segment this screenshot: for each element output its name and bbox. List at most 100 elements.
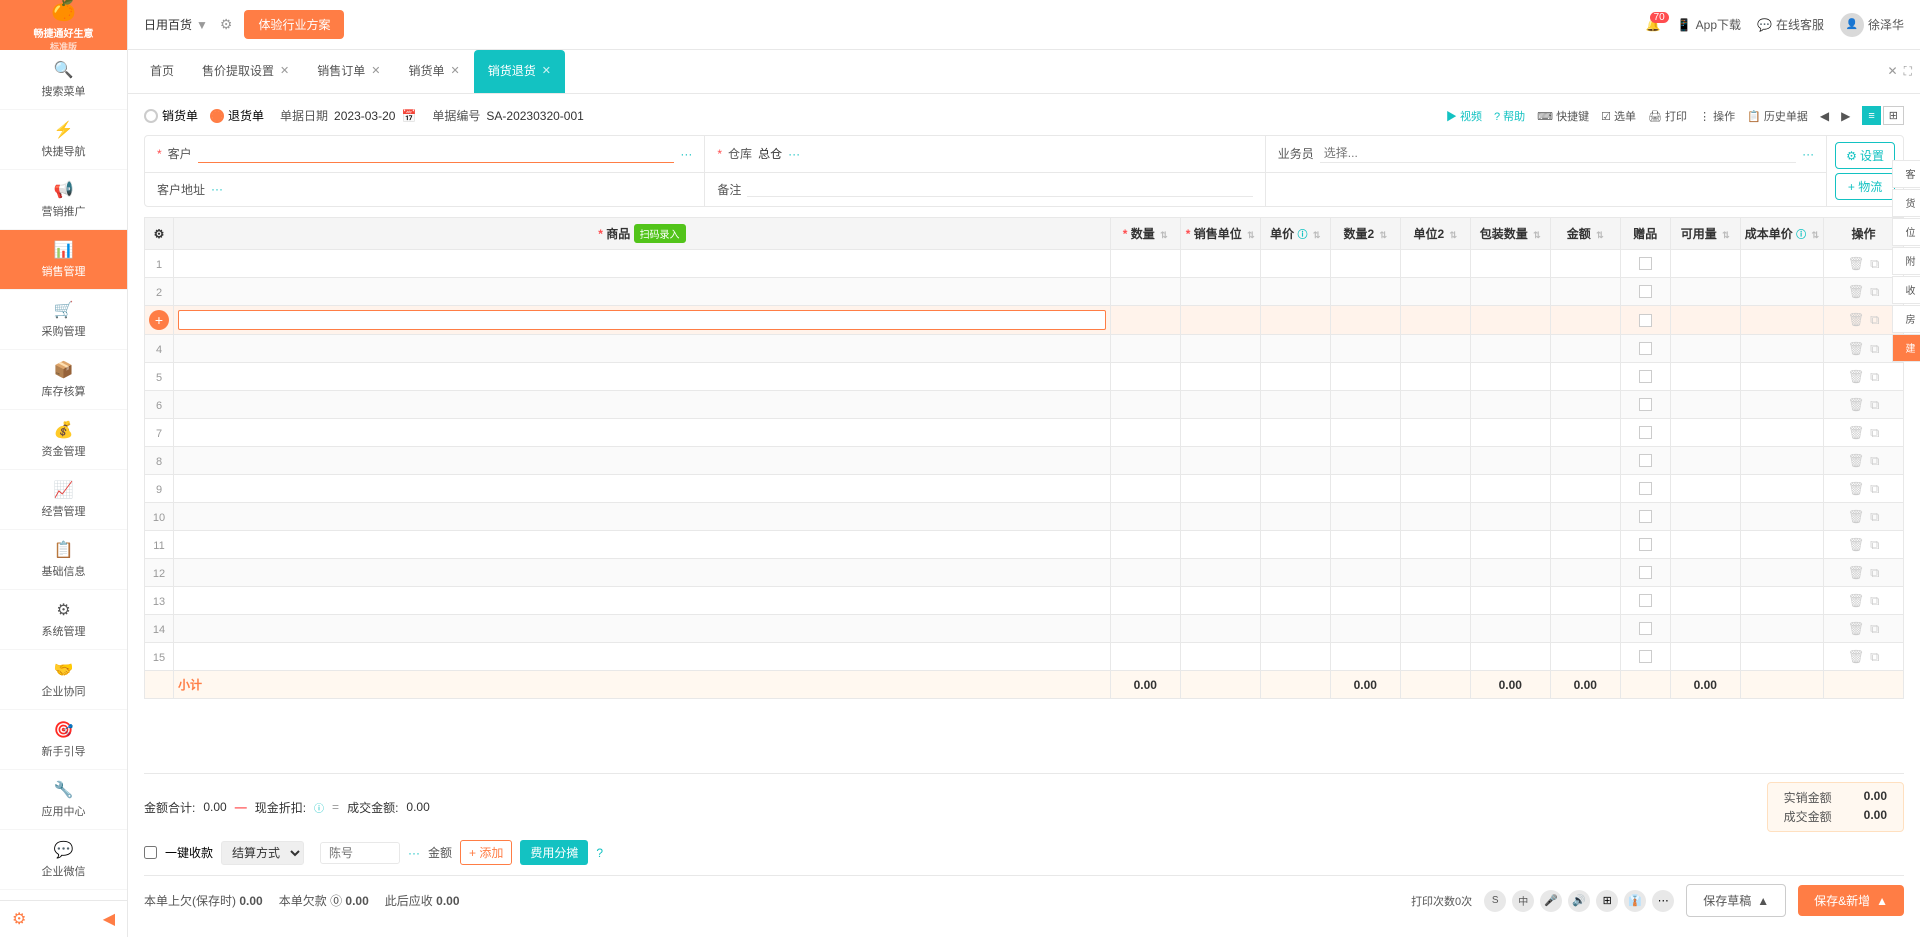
header-settings-icon[interactable]: ⚙ xyxy=(220,16,233,33)
delete-row-icon[interactable]: 🗑 xyxy=(1848,312,1865,328)
row-pack-qty-cell[interactable] xyxy=(1470,363,1550,391)
breadcrumb-selector[interactable]: 日用百货 ▼ xyxy=(144,16,208,33)
gift-checkbox[interactable] xyxy=(1639,342,1652,355)
row-quantity-cell[interactable] xyxy=(1110,447,1180,475)
copy-row-icon[interactable]: ⧉ xyxy=(1870,256,1879,272)
save-draft-button[interactable]: 保存草稿 ▲ xyxy=(1686,884,1786,917)
delete-row-icon[interactable]: 🗑 xyxy=(1848,256,1865,272)
app-download-link[interactable]: 📱 App下载 xyxy=(1677,16,1741,33)
row-sales-unit-cell[interactable] xyxy=(1180,447,1260,475)
row-amount-cell[interactable] xyxy=(1550,278,1620,306)
row-gift-cell[interactable] xyxy=(1620,531,1670,559)
gift-checkbox[interactable] xyxy=(1639,257,1652,270)
customer-input[interactable] xyxy=(198,144,675,163)
online-service-link[interactable]: 💬 在线客服 xyxy=(1757,16,1824,33)
history-btn[interactable]: 📋 历史单据 xyxy=(1747,108,1808,124)
delete-row-icon[interactable]: 🗑 xyxy=(1848,621,1865,637)
address-select-icon[interactable]: ··· xyxy=(211,182,223,196)
list-view-btn[interactable]: ≡ xyxy=(1862,106,1880,125)
row-unit2-cell[interactable] xyxy=(1400,278,1470,306)
row-unit-price-cell[interactable] xyxy=(1260,391,1330,419)
row-cost-cell[interactable] xyxy=(1740,363,1823,391)
row-pack-qty-cell[interactable] xyxy=(1470,391,1550,419)
row-cost-cell[interactable] xyxy=(1740,306,1823,335)
prev-record-icon[interactable]: ◀ xyxy=(1820,109,1829,123)
row-unit-price-cell[interactable] xyxy=(1260,306,1330,335)
row-pack-qty-cell[interactable] xyxy=(1470,475,1550,503)
gift-checkbox[interactable] xyxy=(1639,314,1652,327)
row-pack-qty-cell[interactable] xyxy=(1470,447,1550,475)
icon-mic[interactable]: 🎤 xyxy=(1540,890,1562,912)
row-qty2-cell[interactable] xyxy=(1330,615,1400,643)
row-sales-unit-cell[interactable] xyxy=(1180,503,1260,531)
row-available-cell[interactable] xyxy=(1670,587,1740,615)
notification-bell[interactable]: 🔔 70 xyxy=(1646,18,1661,32)
row-sales-unit-cell[interactable] xyxy=(1180,643,1260,671)
row-qty2-cell[interactable] xyxy=(1330,447,1400,475)
row-amount-cell[interactable] xyxy=(1550,615,1620,643)
sidebar-item-search[interactable]: 🔍 搜索菜单 xyxy=(0,50,127,110)
row-quantity-cell[interactable] xyxy=(1110,391,1180,419)
tab-close-icon[interactable]: ✕ xyxy=(542,64,551,77)
row-pack-qty-cell[interactable] xyxy=(1470,587,1550,615)
row-quantity-cell[interactable] xyxy=(1110,250,1180,278)
row-available-cell[interactable] xyxy=(1670,531,1740,559)
row-qty2-cell[interactable] xyxy=(1330,643,1400,671)
row-quantity-cell[interactable] xyxy=(1110,503,1180,531)
tab-close-icon[interactable]: ✕ xyxy=(451,64,460,77)
row-product-cell[interactable] xyxy=(174,587,1111,615)
row-cost-cell[interactable] xyxy=(1740,615,1823,643)
rfb-jian[interactable]: 建 xyxy=(1892,334,1920,362)
delete-row-icon[interactable]: 🗑 xyxy=(1848,397,1865,413)
delete-row-icon[interactable]: 🗑 xyxy=(1848,369,1865,385)
gift-checkbox[interactable] xyxy=(1639,285,1652,298)
logistics-side-btn[interactable]: + 物流 xyxy=(1835,173,1895,200)
row-gift-cell[interactable] xyxy=(1620,475,1670,503)
row-quantity-cell[interactable] xyxy=(1110,475,1180,503)
row-product-cell[interactable] xyxy=(174,363,1111,391)
row-qty2-cell[interactable] xyxy=(1330,391,1400,419)
row-amount-cell[interactable] xyxy=(1550,391,1620,419)
row-amount-cell[interactable] xyxy=(1550,419,1620,447)
row-unit2-cell[interactable] xyxy=(1400,475,1470,503)
settings-bottom-icon[interactable]: ⚙ xyxy=(12,909,26,929)
copy-row-icon[interactable]: ⧉ xyxy=(1870,593,1879,609)
copy-row-icon[interactable]: ⧉ xyxy=(1870,284,1879,300)
row-cost-cell[interactable] xyxy=(1740,587,1823,615)
row-amount-cell[interactable] xyxy=(1550,475,1620,503)
add-row-button[interactable]: + xyxy=(149,310,169,330)
row-available-cell[interactable] xyxy=(1670,363,1740,391)
delete-row-icon[interactable]: 🗑 xyxy=(1848,565,1865,581)
calc-method-select[interactable]: 结算方式 xyxy=(221,841,304,865)
row-available-cell[interactable] xyxy=(1670,391,1740,419)
warehouse-select-icon[interactable]: ··· xyxy=(788,147,800,161)
row-sales-unit-cell[interactable] xyxy=(1180,587,1260,615)
operations-btn[interactable]: ⋮ 操作 xyxy=(1699,108,1735,124)
row-quantity-cell[interactable] xyxy=(1110,306,1180,335)
row-unit-price-cell[interactable] xyxy=(1260,587,1330,615)
unit-price-info-icon[interactable]: ⓘ xyxy=(1297,230,1307,241)
row-gift-cell[interactable] xyxy=(1620,503,1670,531)
delete-row-icon[interactable]: 🗑 xyxy=(1848,509,1865,525)
row-unit2-cell[interactable] xyxy=(1400,615,1470,643)
gift-checkbox[interactable] xyxy=(1639,510,1652,523)
sidebar-item-collab[interactable]: 🤝 企业协同 xyxy=(0,650,127,710)
row-product-cell[interactable] xyxy=(174,559,1111,587)
row-sales-unit-cell[interactable] xyxy=(1180,363,1260,391)
row-cost-cell[interactable] xyxy=(1740,278,1823,306)
sidebar-item-wechat[interactable]: 💬 企业微信 xyxy=(0,830,127,890)
rfb-fu[interactable]: 附 xyxy=(1892,247,1920,275)
row-product-cell[interactable] xyxy=(174,503,1111,531)
row-quantity-cell[interactable] xyxy=(1110,643,1180,671)
user-profile[interactable]: 👤 徐泽华 xyxy=(1840,13,1904,37)
row-cost-cell[interactable] xyxy=(1740,447,1823,475)
row-product-cell[interactable] xyxy=(174,335,1111,363)
scan-button[interactable]: 扫码录入 xyxy=(634,224,686,243)
row-pack-qty-cell[interactable] xyxy=(1470,306,1550,335)
row-qty2-cell[interactable] xyxy=(1330,531,1400,559)
copy-row-icon[interactable]: ⧉ xyxy=(1870,369,1879,385)
row-sales-unit-cell[interactable] xyxy=(1180,531,1260,559)
icon-s[interactable]: S xyxy=(1484,890,1506,912)
row-qty2-cell[interactable] xyxy=(1330,559,1400,587)
row-unit-price-cell[interactable] xyxy=(1260,419,1330,447)
